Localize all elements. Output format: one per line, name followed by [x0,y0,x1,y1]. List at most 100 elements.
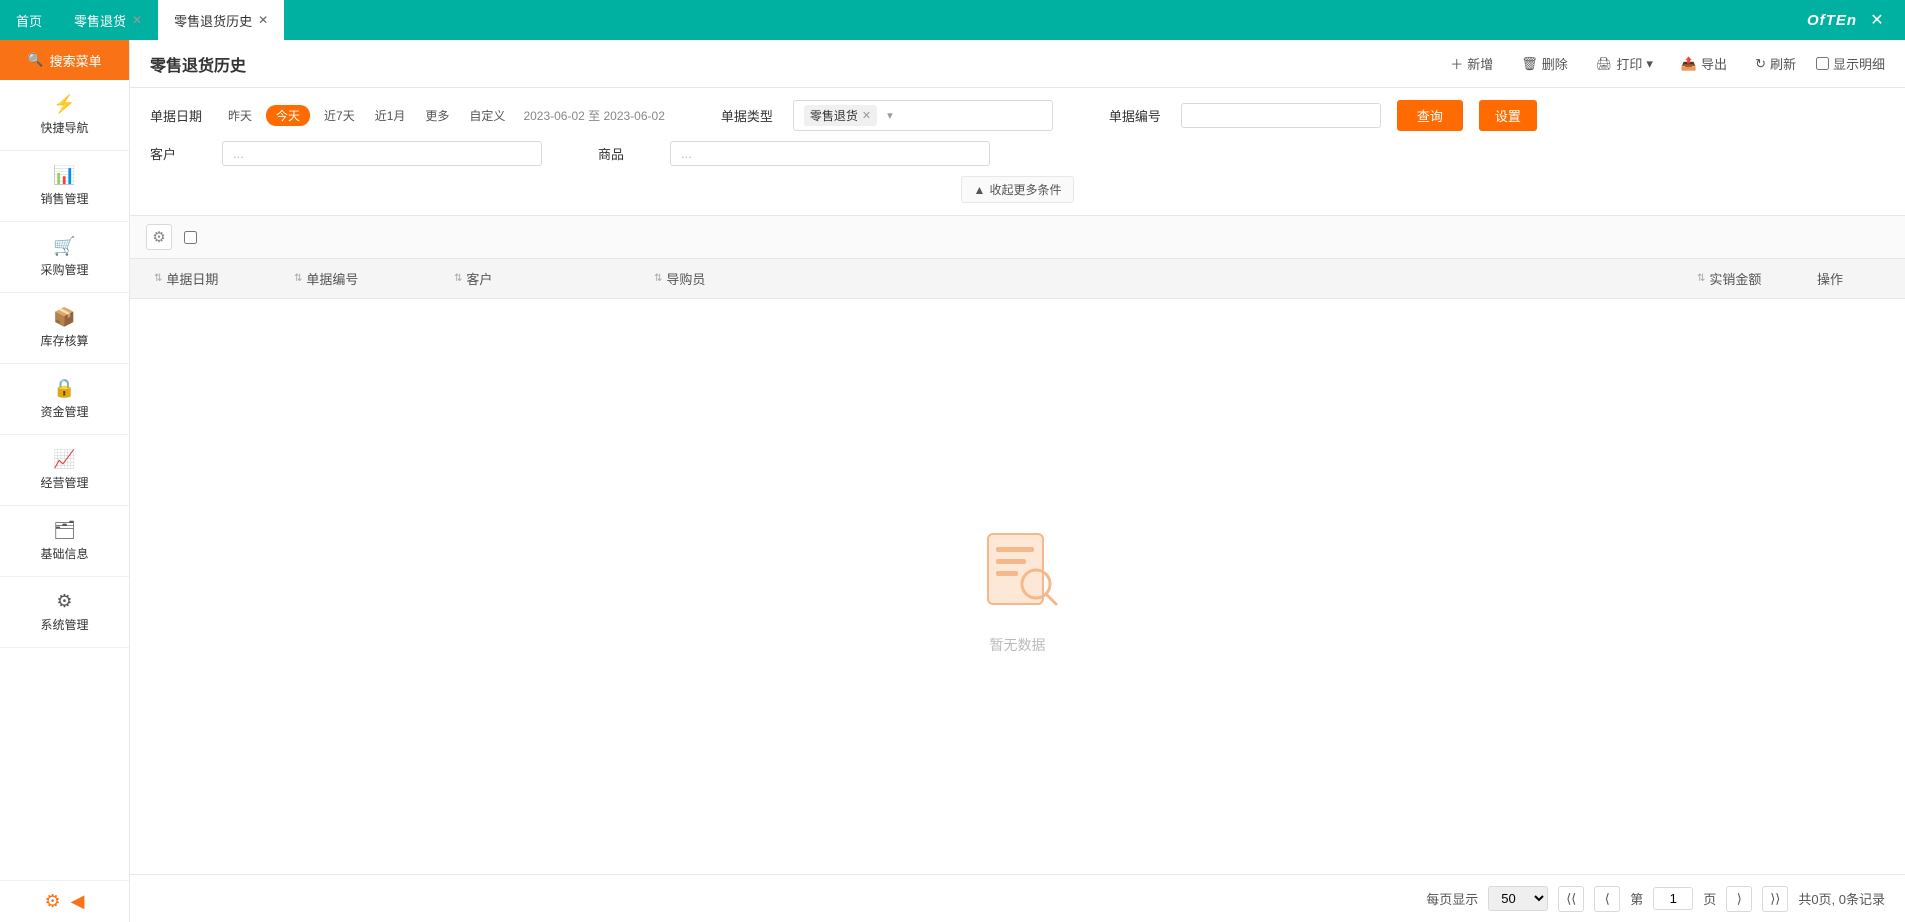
page-header: 零售退货历史 ＋ 新增 🗑 删除 🖨 打印 ▾ 📤 导出 [130,40,1905,88]
voucher-type-input[interactable]: 零售退货 ✕ ▾ [793,100,1053,131]
collapse-icon: ▲ [974,183,986,197]
next-page-button[interactable]: ⟩ [1726,886,1752,912]
date-btn-more[interactable]: 更多 [419,105,455,126]
sidebar-item-quick-nav[interactable]: ⚡ 快捷导航 [0,80,129,151]
refresh-button[interactable]: ↻ 刷新 [1747,50,1804,77]
new-button[interactable]: ＋ 新增 [1442,50,1501,77]
export-label: 导出 [1701,54,1727,73]
export-icon: 📤 [1681,56,1697,72]
sidebar-item-label-system: 系统管理 [40,616,88,633]
table-container: ⚙ ⇅ 单据日期 ⇅ 单据编号 ⇅ 客户 ⇅ 导购员 [130,216,1905,874]
th-date-sort-icon: ⇅ [154,273,162,284]
brand-label: OfTEn [1807,12,1857,29]
sales-mgmt-icon: 📊 [53,165,75,186]
goods-filter-label: 商品 [598,144,654,163]
sidebar-search[interactable]: 🔍 搜索菜单 [0,40,129,80]
th-action: 操作 [1809,269,1889,288]
customer-input[interactable]: ... [222,141,542,166]
empty-state-icon [968,519,1068,619]
filter-row-2: 客户 ... 商品 ... [150,141,1885,166]
page-unit-label: 页 [1703,889,1716,908]
print-button[interactable]: 🖨 打印 ▾ [1588,50,1661,77]
tab-retail-return-close[interactable]: ✕ [132,13,142,27]
goods-placeholder: ... [681,146,692,161]
tab-home[interactable]: 首页 [0,0,58,40]
voucher-type-tag-close[interactable]: ✕ [862,109,871,122]
page-number-input[interactable] [1653,887,1693,910]
query-button[interactable]: 查询 [1397,100,1463,131]
export-button[interactable]: 📤 导出 [1673,50,1735,77]
filter-area: 单据日期 昨天 今天 近7天 近1月 更多 自定义 2023-06-02 至 2… [130,88,1905,216]
prev-page-button[interactable]: ⟨ [1594,886,1620,912]
first-page-button[interactable]: ⟨⟨ [1558,886,1584,912]
customer-placeholder: ... [233,146,244,161]
tab-retail-return-history-label: 零售退货历史 [174,11,252,30]
sidebar-item-finance[interactable]: 🔒 资金管理 [0,364,129,435]
content-area: 零售退货历史 ＋ 新增 🗑 删除 🖨 打印 ▾ 📤 导出 [130,40,1905,922]
table-settings-icon[interactable]: ⚙ [146,224,172,250]
date-btn-1month[interactable]: 近1月 [369,105,412,126]
search-icon: 🔍 [27,52,43,68]
table-header: ⇅ 单据日期 ⇅ 单据编号 ⇅ 客户 ⇅ 导购员 ⇅ 实销 [130,259,1905,299]
th-customer[interactable]: ⇅ 客户 [446,269,646,288]
collapse-sidebar-icon[interactable]: ◀ [71,891,85,912]
total-label: 共0页, 0条记录 [1798,889,1885,908]
sidebar-item-label-sales-mgmt: 销售管理 [40,190,88,207]
sidebar-item-inventory[interactable]: 📦 库存核算 [0,293,129,364]
th-amount[interactable]: ⇅ 实销金额 [1689,269,1809,288]
goods-input[interactable]: ... [670,141,990,166]
sidebar-item-system[interactable]: ⚙ 系统管理 [0,577,129,648]
sidebar-search-label: 搜索菜单 [50,51,102,70]
refresh-icon: ↻ [1755,56,1766,72]
sidebar-item-label-finance: 资金管理 [40,403,88,420]
date-btn-custom[interactable]: 自定义 [463,105,511,126]
show-detail-checkbox[interactable] [1816,57,1829,70]
th-no-label: 单据编号 [306,269,358,288]
date-btn-yesterday[interactable]: 昨天 [222,105,258,126]
th-guide-sort-icon: ⇅ [654,273,662,284]
settings-bottom-icon[interactable]: ⚙ [45,891,61,912]
sidebar-item-label-quick-nav: 快捷导航 [40,119,88,136]
page-size-select[interactable]: 50 20 100 200 [1488,886,1548,911]
voucher-type-tag-label: 零售退货 [810,107,858,124]
sidebar-item-label-operations: 经营管理 [40,474,88,491]
th-date[interactable]: ⇅ 单据日期 [146,269,286,288]
window-close-button[interactable]: ✕ [1865,8,1889,32]
date-btn-today[interactable]: 今天 [266,105,310,126]
voucher-type-label: 单据类型 [721,106,777,125]
select-all-checkbox[interactable] [184,231,197,244]
sidebar-item-operations[interactable]: 📈 经营管理 [0,435,129,506]
delete-button[interactable]: 🗑 删除 [1513,50,1576,77]
sidebar-item-purchase-mgmt[interactable]: 🛒 采购管理 [0,222,129,293]
tab-retail-return[interactable]: 零售退货 ✕ [58,0,158,40]
last-page-button[interactable]: ⟩⟩ [1762,886,1788,912]
th-no[interactable]: ⇅ 单据编号 [286,269,446,288]
voucher-type-dropdown-arrow: ▾ [887,109,893,122]
new-icon: ＋ [1450,54,1463,73]
th-action-label: 操作 [1817,269,1843,288]
page-title: 零售退货历史 [150,52,246,76]
voucher-no-input[interactable] [1181,103,1381,128]
tab-retail-return-history-close[interactable]: ✕ [258,13,268,27]
sidebar-bottom: ⚙ ◀ [0,880,129,922]
collapse-label: 收起更多条件 [989,181,1061,198]
sidebar-item-sales-mgmt[interactable]: 📊 销售管理 [0,151,129,222]
collapse-more-button[interactable]: ▲ 收起更多条件 [961,176,1075,203]
tab-retail-return-history[interactable]: 零售退货历史 ✕ [158,0,284,40]
sidebar: 🔍 搜索菜单 ⚡ 快捷导航 📊 销售管理 🛒 采购管理 📦 库存核算 🔒 资金管… [0,40,130,922]
customer-filter-label: 客户 [150,144,206,163]
sidebar-item-basic-info[interactable]: 🗂 基础信息 [0,506,129,577]
setting-button[interactable]: 设置 [1479,100,1537,131]
delete-icon: 🗑 [1521,56,1538,72]
th-no-sort-icon: ⇅ [294,273,302,284]
sidebar-item-label-basic-info: 基础信息 [40,545,88,562]
quick-nav-icon: ⚡ [53,94,75,115]
tab-home-label: 首页 [16,11,42,30]
date-range-display: 2023-06-02 至 2023-06-02 [523,107,664,124]
voucher-type-tag: 零售退货 ✕ [804,105,877,126]
date-btn-7days[interactable]: 近7天 [318,105,361,126]
main-layout: 🔍 搜索菜单 ⚡ 快捷导航 📊 销售管理 🛒 采购管理 📦 库存核算 🔒 资金管… [0,40,1905,922]
th-guide[interactable]: ⇅ 导购员 [646,269,786,288]
th-customer-sort-icon: ⇅ [454,273,462,284]
show-detail-checkbox-label[interactable]: 显示明细 [1816,54,1885,73]
